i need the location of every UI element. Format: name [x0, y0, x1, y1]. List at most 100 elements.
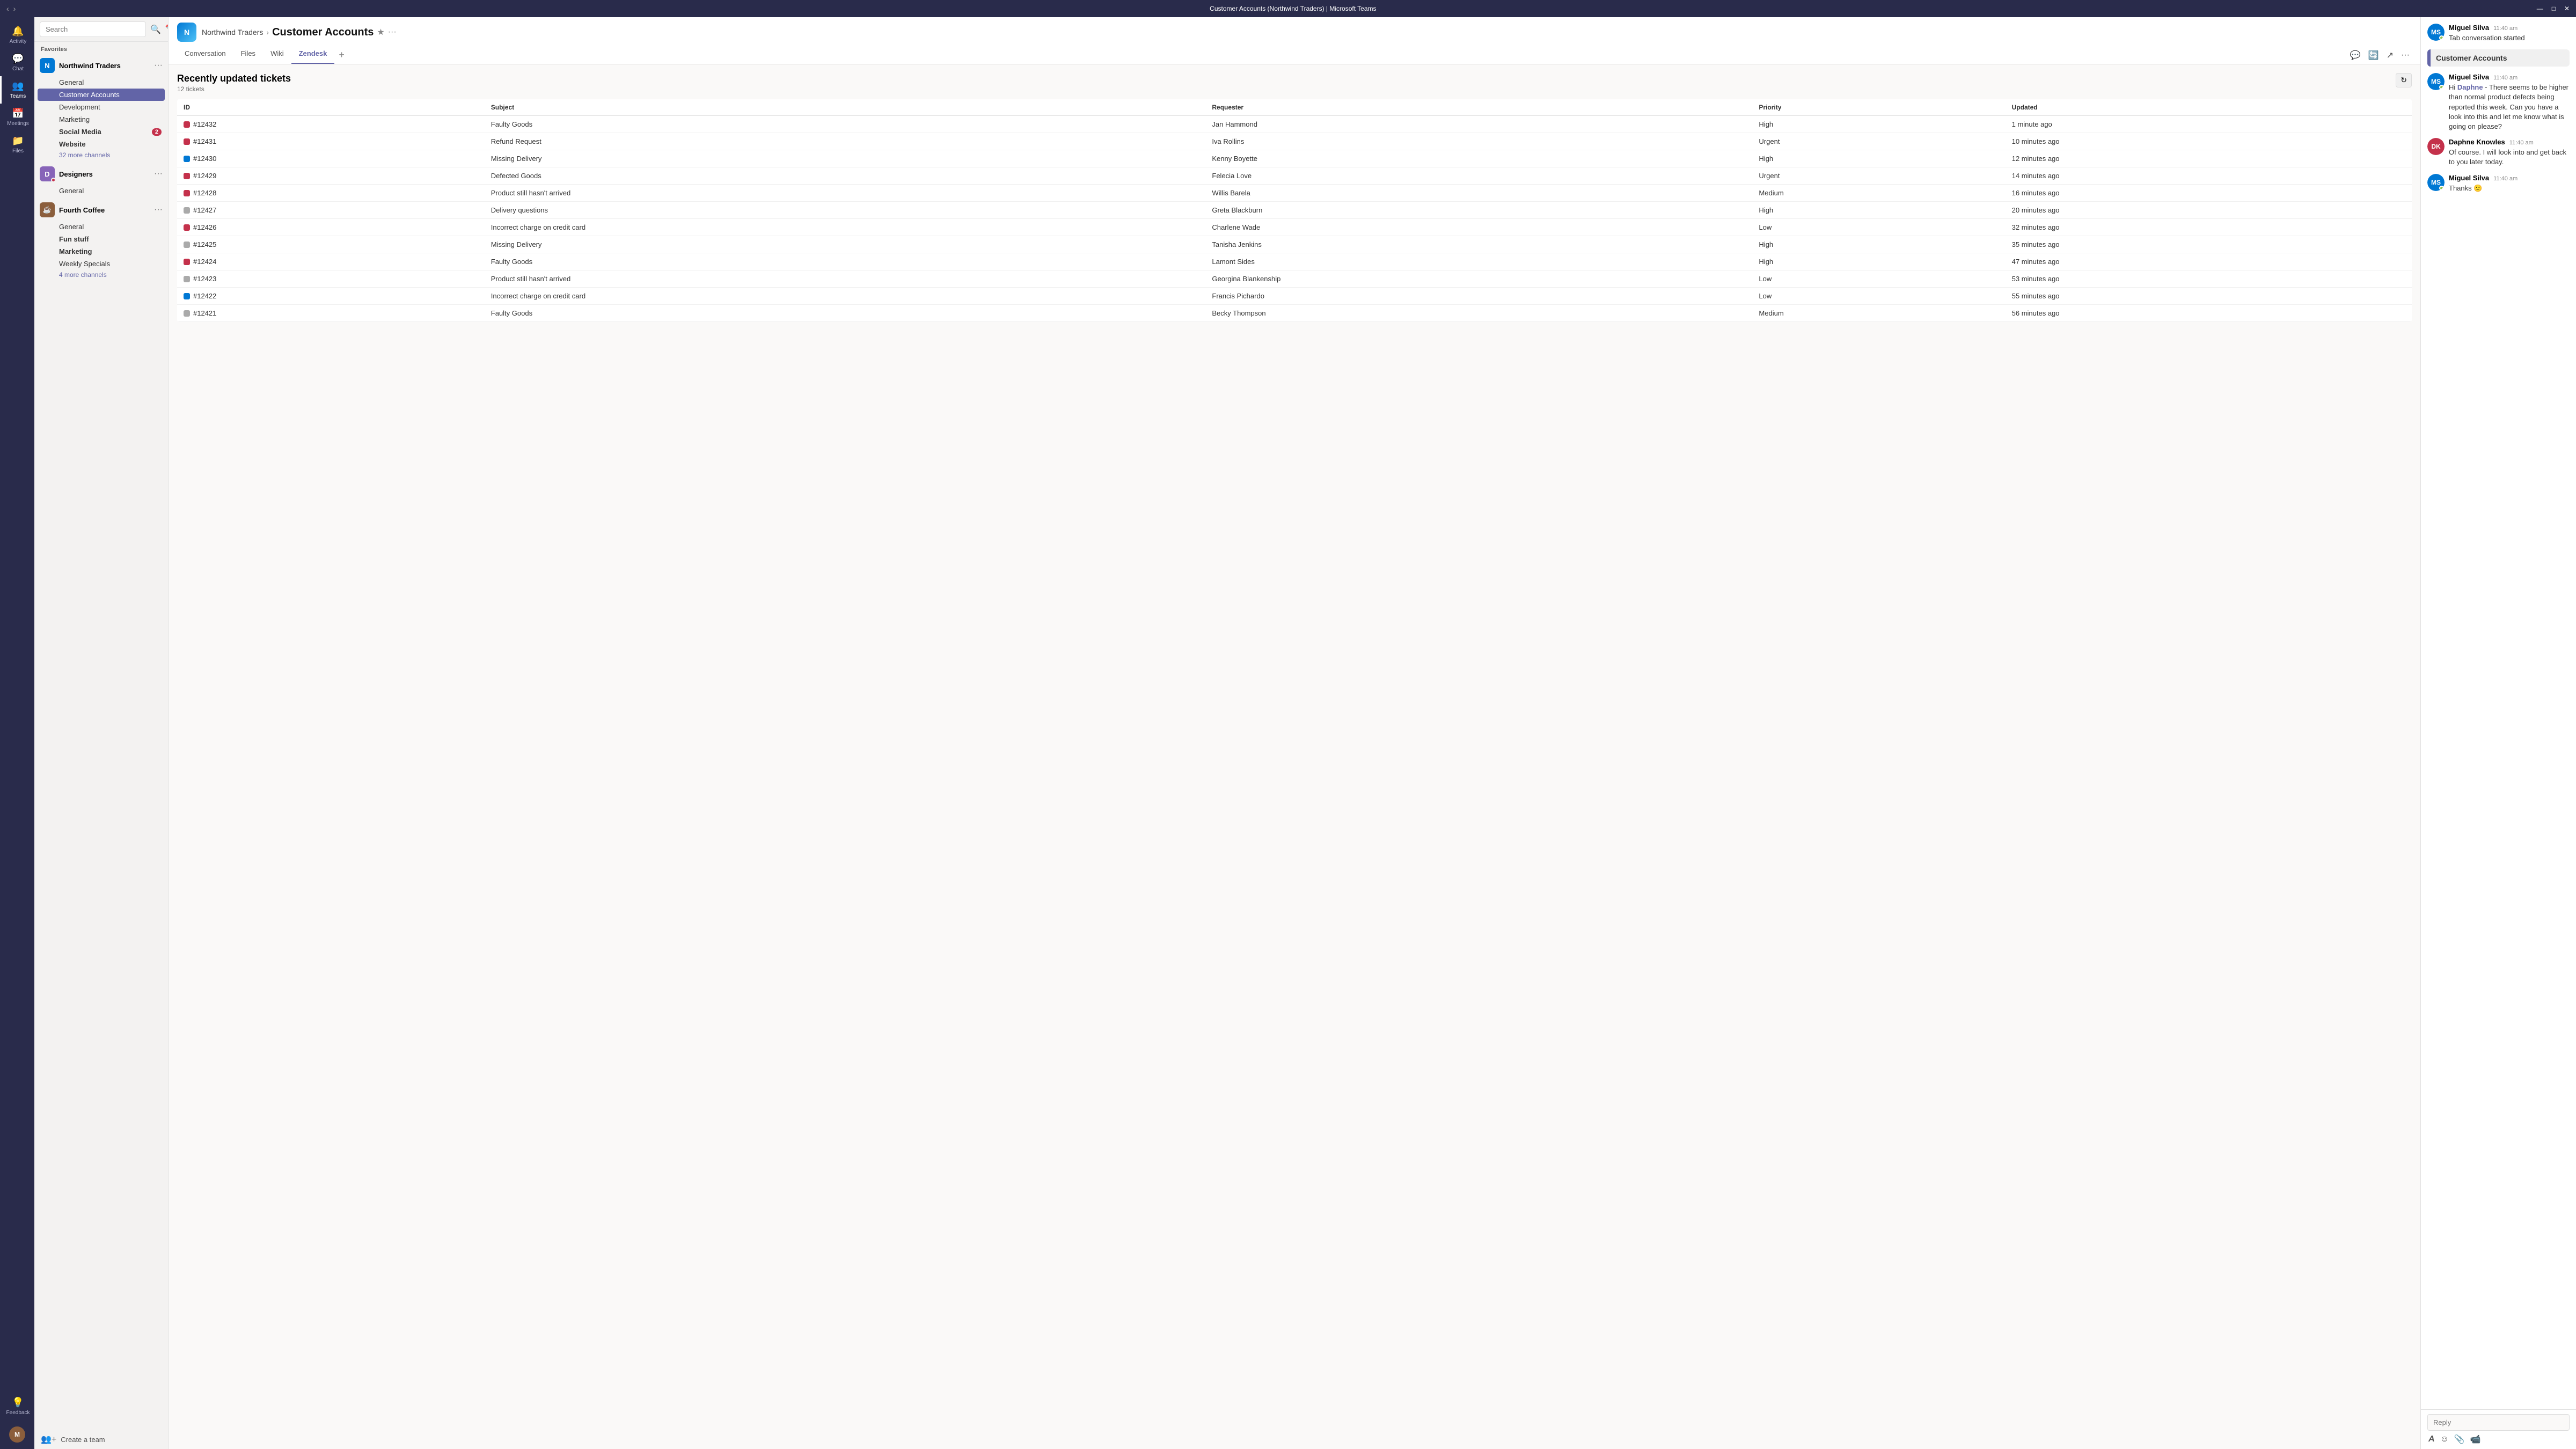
channel-fun-stuff[interactable]: Fun stuff — [34, 233, 168, 245]
table-row[interactable]: #12429 Defected Goods Felecia Love Urgen… — [177, 167, 2412, 185]
team-header-northwind[interactable]: N Northwind Traders ··· — [34, 55, 168, 76]
channel-social-media[interactable]: Social Media 2 — [34, 126, 168, 138]
highlight-text: Daphne — [2457, 83, 2483, 91]
ticket-updated: 32 minutes ago — [2006, 219, 2412, 236]
ticket-id: #12421 — [193, 309, 216, 317]
tab-zendesk[interactable]: Zendesk — [291, 46, 335, 64]
tab-add-button[interactable]: + — [334, 46, 349, 64]
sidebar-item-files[interactable]: 📁 Files — [0, 131, 34, 158]
channel-general[interactable]: General — [34, 76, 168, 89]
message-author: Miguel Silva — [2449, 24, 2489, 32]
teams-icon: 👥 — [12, 80, 24, 92]
video-button[interactable]: 📹 — [2470, 1434, 2481, 1445]
tab-conversation[interactable]: Conversation — [177, 46, 233, 64]
back-btn[interactable]: ‹ — [6, 4, 9, 13]
search-button[interactable]: 🔍 — [150, 24, 161, 35]
message-author: Miguel Silva — [2449, 174, 2489, 182]
search-input[interactable] — [40, 21, 146, 37]
ticket-updated: 56 minutes ago — [2006, 305, 2412, 322]
table-row[interactable]: #12426 Incorrect charge on credit card C… — [177, 219, 2412, 236]
team-header-fourth-coffee[interactable]: ☕ Fourth Coffee ··· — [34, 199, 168, 221]
table-row[interactable]: #12425 Missing Delivery Tanisha Jenkins … — [177, 236, 2412, 253]
team-avatar-northwind: N — [40, 58, 55, 73]
ticket-subject: Faulty Goods — [485, 116, 1206, 133]
table-row[interactable]: #12432 Faulty Goods Jan Hammond High 1 m… — [177, 116, 2412, 133]
tickets-panel: Recently updated tickets 12 tickets ↻ ID… — [169, 64, 2420, 1449]
message-avatar: DK — [2427, 138, 2445, 155]
ticket-updated: 53 minutes ago — [2006, 270, 2412, 288]
tickets-table: ID Subject Requester Priority Updated #1… — [177, 99, 2412, 322]
tab-files[interactable]: Files — [233, 46, 263, 64]
sidebar-item-meetings[interactable]: 📅 Meetings — [0, 104, 34, 131]
sidebar-item-feedback[interactable]: 💡 Feedback — [3, 1393, 32, 1420]
forward-btn[interactable]: › — [13, 4, 16, 13]
more-channels-northwind[interactable]: 32 more channels — [34, 150, 168, 161]
more-channels-fourth-coffee[interactable]: 4 more channels — [34, 270, 168, 281]
message-avatar: MS — [2427, 73, 2445, 90]
ticket-updated: 35 minutes ago — [2006, 236, 2412, 253]
tab-more-action[interactable]: ··· — [2399, 48, 2412, 62]
table-row[interactable]: #12424 Faulty Goods Lamont Sides High 47… — [177, 253, 2412, 270]
user-avatar[interactable]: M — [9, 1426, 25, 1443]
meetings-icon: 📅 — [12, 108, 24, 119]
table-row[interactable]: #12428 Product still hasn't arrived Will… — [177, 185, 2412, 202]
channel-more-button[interactable]: ··· — [388, 27, 397, 37]
emoji-button[interactable]: ☺ — [2440, 1434, 2449, 1445]
channel-development[interactable]: Development — [34, 101, 168, 113]
ticket-subject: Defected Goods — [485, 167, 1206, 185]
table-row[interactable]: #12422 Incorrect charge on credit card F… — [177, 288, 2412, 305]
col-id: ID — [177, 99, 485, 116]
tab-refresh-action[interactable]: 🔄 — [2366, 48, 2381, 63]
ticket-updated: 14 minutes ago — [2006, 167, 2412, 185]
reply-input[interactable] — [2427, 1414, 2570, 1431]
tickets-refresh-btn[interactable]: ↻ — [2396, 73, 2412, 87]
sidebar-item-activity[interactable]: 🔔 Activity — [0, 21, 34, 49]
table-row[interactable]: #12430 Missing Delivery Kenny Boyette Hi… — [177, 150, 2412, 167]
channel-header: N Northwind Traders › Customer Accounts … — [169, 17, 2420, 64]
card-message: Customer Accounts — [2427, 49, 2570, 67]
tab-chat-action[interactable]: 💬 — [2348, 48, 2363, 63]
close-btn[interactable]: ✕ — [2564, 5, 2570, 12]
ticket-subject: Delivery questions — [485, 202, 1206, 219]
format-button[interactable]: A — [2428, 1434, 2435, 1445]
create-team-btn[interactable]: 👥+ Create a team — [34, 1430, 168, 1449]
ticket-id: #12428 — [193, 189, 216, 197]
ticket-subject: Faulty Goods — [485, 305, 1206, 322]
ticket-subject: Missing Delivery — [485, 150, 1206, 167]
minimize-btn[interactable]: — — [2537, 5, 2543, 12]
message-author: Daphne Knowles — [2449, 138, 2505, 146]
channel-weekly-specials[interactable]: Weekly Specials — [34, 258, 168, 270]
team-more-fourth-coffee[interactable]: ··· — [154, 205, 163, 215]
channel-fc-general[interactable]: General — [34, 221, 168, 233]
channel-website[interactable]: Website — [34, 138, 168, 150]
channel-designers-general[interactable]: General — [34, 185, 168, 197]
ticket-dot — [184, 224, 190, 231]
ticket-dot — [184, 276, 190, 282]
table-row[interactable]: #12431 Refund Request Iva Rollins Urgent… — [177, 133, 2412, 150]
activity-icon: 🔔 — [12, 26, 24, 37]
channel-customer-accounts[interactable]: Customer Accounts — [38, 89, 165, 101]
sidebar-item-teams[interactable]: 👥 Teams — [0, 76, 34, 104]
table-row[interactable]: #12423 Product still hasn't arrived Geor… — [177, 270, 2412, 288]
team-header-designers[interactable]: D Designers ··· — [34, 163, 168, 185]
ticket-dot — [184, 293, 190, 299]
message-block: MS Miguel Silva 11:40 am Hi Daphne - The… — [2427, 73, 2570, 131]
org-logo: N — [177, 23, 196, 42]
ticket-subject: Product still hasn't arrived — [485, 270, 1206, 288]
table-row[interactable]: #12421 Faulty Goods Becky Thompson Mediu… — [177, 305, 2412, 322]
channel-fc-marketing[interactable]: Marketing — [34, 245, 168, 258]
team-more-designers[interactable]: ··· — [154, 169, 163, 179]
message-avatar: MS — [2427, 174, 2445, 191]
sidebar-item-chat[interactable]: 💬 Chat — [0, 49, 34, 76]
maximize-btn[interactable]: □ — [2552, 5, 2556, 12]
team-more-northwind[interactable]: ··· — [154, 61, 163, 70]
ticket-updated: 47 minutes ago — [2006, 253, 2412, 270]
ticket-dot — [184, 207, 190, 214]
star-button[interactable]: ★ — [377, 27, 384, 38]
table-row[interactable]: #12427 Delivery questions Greta Blackbur… — [177, 202, 2412, 219]
files-label: Files — [12, 148, 24, 154]
tab-wiki[interactable]: Wiki — [263, 46, 291, 64]
channel-marketing[interactable]: Marketing — [34, 113, 168, 126]
attach-button[interactable]: 📎 — [2454, 1434, 2465, 1445]
tab-popout-action[interactable]: ↗ — [2384, 48, 2396, 63]
